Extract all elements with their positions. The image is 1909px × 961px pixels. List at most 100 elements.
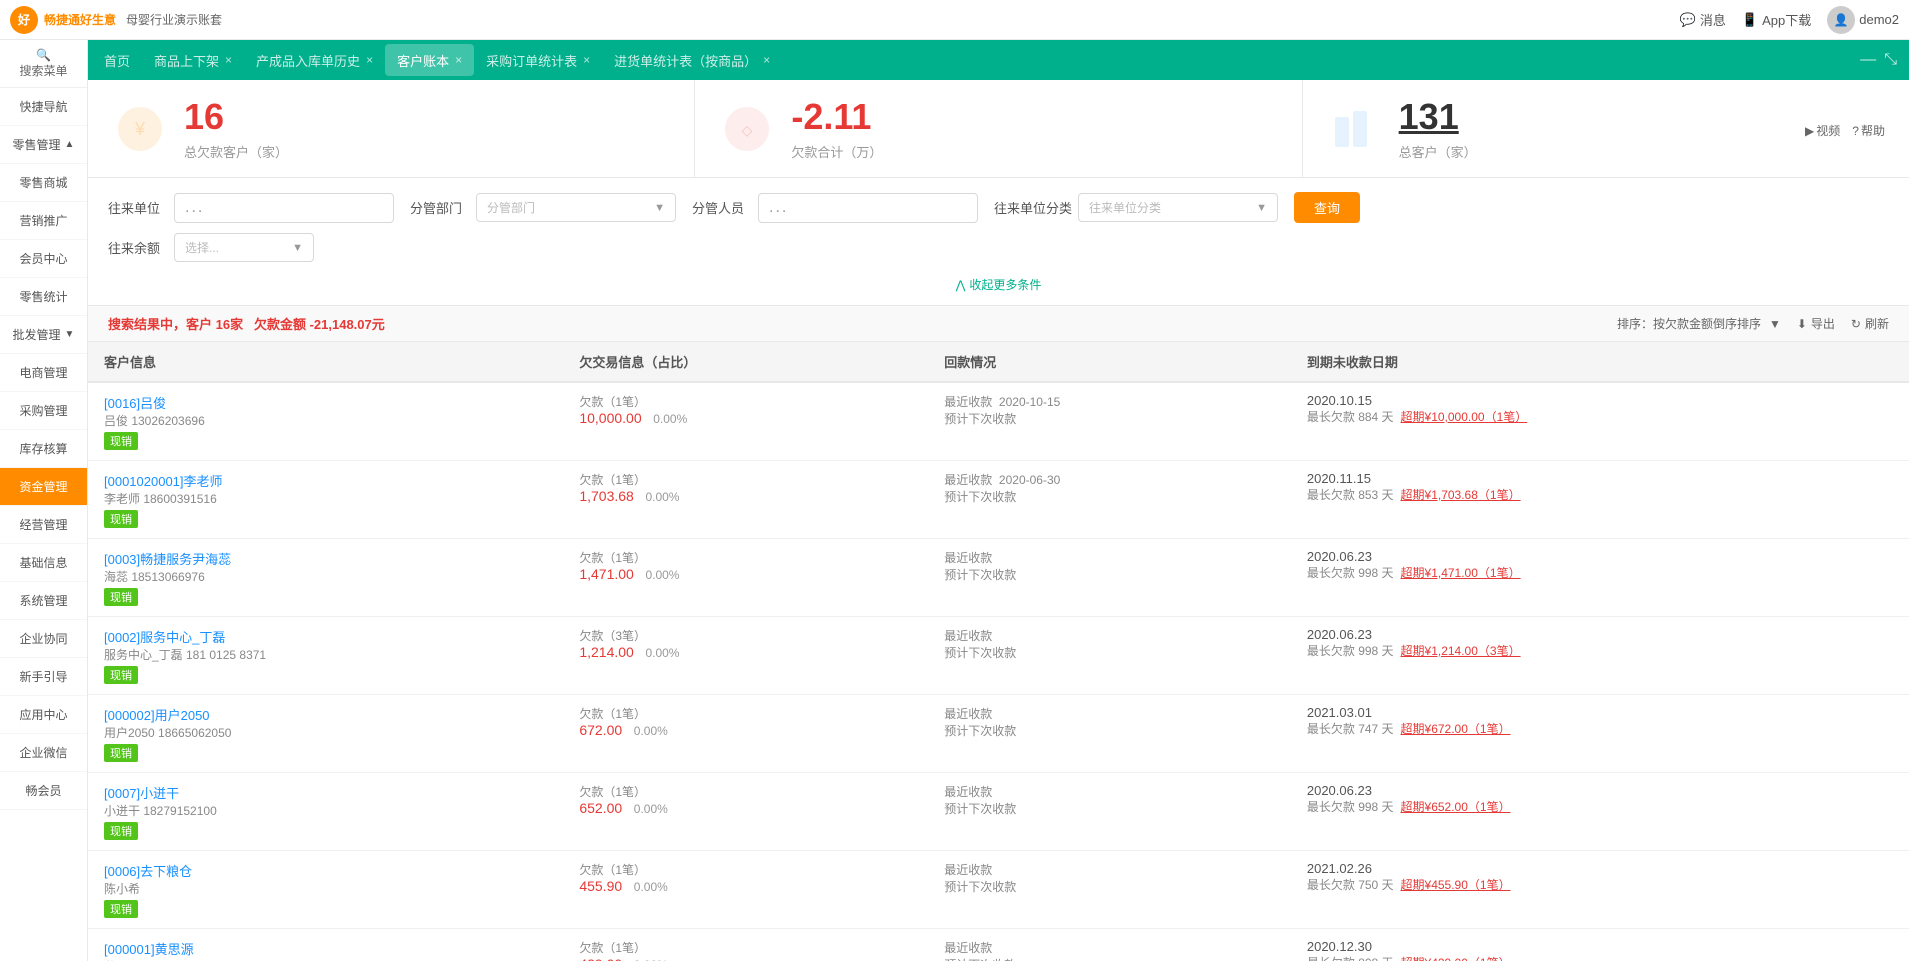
message-btn[interactable]: 💬 消息 xyxy=(1680,10,1726,29)
result-actions: 排序：按欠款金额倒序排序 ▼ ⬇ 导出 ↻ 刷新 xyxy=(1617,315,1889,332)
sidebar-item-app-center[interactable]: 应用中心 xyxy=(0,696,87,734)
customer-name-link-5[interactable]: [0007]小迸干 xyxy=(104,786,179,801)
cell-payment-6: 最近收款 预计下次收款 xyxy=(928,851,1291,929)
sidebar-item-ops[interactable]: 经营管理 xyxy=(0,506,87,544)
debt-desc-6: 欠款（1笔） xyxy=(579,861,912,878)
debt-amount-5[interactable]: 652.00 xyxy=(579,800,622,816)
sidebar-item-ecommerce[interactable]: 电商管理 xyxy=(0,354,87,392)
tab-close-icon-5[interactable]: × xyxy=(763,53,770,67)
result-summary: 搜索结果中，客户 16家 欠款金额 -21,148.07元 xyxy=(108,314,385,333)
sort-select[interactable]: 排序：按欠款金额倒序排序 ▼ xyxy=(1617,315,1781,332)
sidebar-item-pro-member[interactable]: 畅会员 xyxy=(0,772,87,810)
sidebar-item-member-center[interactable]: 会员中心 xyxy=(0,240,87,278)
user-menu[interactable]: 👤 demo2 xyxy=(1827,6,1899,34)
tab-purchase-stats[interactable]: 采购订单统计表 × xyxy=(474,44,602,76)
debt-amount-6[interactable]: 455.90 xyxy=(579,878,622,894)
filter-dept: 分管部门 分管部门 ▼ xyxy=(410,193,676,222)
tabs-minimize-btn[interactable]: — xyxy=(1860,51,1876,69)
video-btn[interactable]: ▶ 视频 xyxy=(1805,122,1840,139)
sidebar-item-quick-nav[interactable]: 快捷导航 xyxy=(0,88,87,126)
cell-customer-1: [0001020001]李老师 李老师 18600391516 现销 xyxy=(88,461,563,539)
customer-name-link-1[interactable]: [0001020001]李老师 xyxy=(104,474,223,489)
debt-amount-3[interactable]: 1,214.00 xyxy=(579,644,634,660)
due-date-4: 2021.03.01 xyxy=(1307,705,1893,720)
tab-close-icon-4[interactable]: × xyxy=(583,53,590,67)
due-date-1: 2020.11.15 xyxy=(1307,471,1893,486)
tab-customer-ledger[interactable]: 客户账本 × xyxy=(385,44,474,76)
sidebar-item-corp-wechat[interactable]: 企业微信 xyxy=(0,734,87,772)
debt-amount-2[interactable]: 1,471.00 xyxy=(579,566,634,582)
cell-debt-6: 欠款（1笔） 455.90 0.00% xyxy=(563,851,928,929)
sidebar-item-retail-mgmt[interactable]: 零售管理 ▲ xyxy=(0,126,87,164)
overdue-link-0[interactable]: 超期¥10,000.00（1笔） xyxy=(1401,410,1528,424)
debt-desc-2: 欠款（1笔） xyxy=(579,549,912,566)
overdue-link-4[interactable]: 超期¥672.00（1笔） xyxy=(1401,722,1511,736)
sidebar-item-sys[interactable]: 系统管理 xyxy=(0,582,87,620)
next-label-0: 预计下次收款 xyxy=(944,410,1275,427)
tabs-expand-btn[interactable]: ⤡ xyxy=(1884,51,1897,69)
sidebar-item-marketing[interactable]: 营销推广 xyxy=(0,202,87,240)
unit-classify-select[interactable]: 往来单位分类 ▼ xyxy=(1078,193,1278,222)
filter-collapse-btn[interactable]: ⋀ 收起更多条件 xyxy=(108,272,1889,297)
overdue-days-6: 最长欠款 750 天 xyxy=(1307,878,1397,892)
tab-close-icon[interactable]: × xyxy=(225,53,232,67)
from-unit-input[interactable]: ... xyxy=(174,193,394,223)
debt-amount-0[interactable]: 10,000.00 xyxy=(579,410,641,426)
overdue-link-3[interactable]: 超期¥1,214.00（3笔） xyxy=(1401,644,1521,658)
overdue-link-1[interactable]: 超期¥1,703.68（1笔） xyxy=(1401,488,1521,502)
due-date-6: 2021.02.26 xyxy=(1307,861,1893,876)
customer-name-link-3[interactable]: [0002]服务中心_丁磊 xyxy=(104,630,225,645)
sidebar-item-corp-collab[interactable]: 企业协同 xyxy=(0,620,87,658)
customer-name-link-4[interactable]: [000002]用户2050 xyxy=(104,708,210,723)
customer-phone-3: 服务中心_丁磊 181 0125 8371 xyxy=(104,646,547,663)
debt-amount-7[interactable]: 429.00 xyxy=(579,956,622,961)
tab-home[interactable]: 首页 xyxy=(92,44,142,76)
sidebar-item-retail-store[interactable]: 零售商城 xyxy=(0,164,87,202)
overdue-days-7: 最长欠款 808 天 xyxy=(1307,956,1397,961)
app-download-btn[interactable]: 📱 App下载 xyxy=(1742,10,1811,29)
debt-amount-1[interactable]: 1,703.68 xyxy=(579,488,634,504)
tab-purchase-product-stats[interactable]: 进货单统计表（按商品） × xyxy=(602,44,782,76)
export-btn[interactable]: ⬇ 导出 xyxy=(1797,315,1835,332)
customer-name-link-7[interactable]: [000001]黄思源 xyxy=(104,942,194,957)
customer-name-link-0[interactable]: [0016]吕俊 xyxy=(104,396,166,411)
overdue-link-2[interactable]: 超期¥1,471.00（1笔） xyxy=(1401,566,1521,580)
tab-close-icon-2[interactable]: × xyxy=(366,53,373,67)
overdue-days-5: 最长欠款 998 天 xyxy=(1307,800,1397,814)
help-btn[interactable]: ? 帮助 xyxy=(1852,122,1885,139)
sidebar-item-basic-info[interactable]: 基础信息 xyxy=(0,544,87,582)
debt-amount-4[interactable]: 672.00 xyxy=(579,722,622,738)
dept-select[interactable]: 分管部门 ▼ xyxy=(476,193,676,222)
overdue-link-7[interactable]: 超期¥429.00（1笔） xyxy=(1401,956,1511,961)
sidebar-item-capital[interactable]: 资金管理 xyxy=(0,468,87,506)
col-header-customer: 客户信息 xyxy=(88,342,563,382)
sidebar-item-newbie[interactable]: 新手引导 xyxy=(0,658,87,696)
tab-production-history[interactable]: 产成品入库单历史 × xyxy=(244,44,385,76)
debt-pct-1: 0.00% xyxy=(645,490,679,504)
tab-product-onoff[interactable]: 商品上下架 × xyxy=(142,44,244,76)
customer-name-link-2[interactable]: [0003]畅捷服务尹海蕊 xyxy=(104,552,231,567)
sidebar-search[interactable]: 🔍 搜索菜单 xyxy=(0,40,87,88)
overdue-link-5[interactable]: 超期¥652.00（1笔） xyxy=(1401,800,1511,814)
cell-debt-4: 欠款（1笔） 672.00 0.00% xyxy=(563,695,928,773)
balance-select[interactable]: 选择... ▼ xyxy=(174,233,314,262)
person-input[interactable]: ... xyxy=(758,193,978,223)
refresh-btn[interactable]: ↻ 刷新 xyxy=(1851,315,1889,332)
debt-pct-3: 0.00% xyxy=(645,646,679,660)
latest-label-5: 最近收款 xyxy=(944,783,1275,800)
sidebar-item-purchase[interactable]: 采购管理 xyxy=(0,392,87,430)
tab-close-icon-3[interactable]: × xyxy=(455,53,462,67)
overdue-link-6[interactable]: 超期¥455.90（1笔） xyxy=(1401,878,1511,892)
balance-value: 选择... xyxy=(185,239,219,256)
sidebar-item-batch-mgmt[interactable]: 批发管理 ▼ xyxy=(0,316,87,354)
company-name[interactable]: 母婴行业演示账套 xyxy=(126,11,222,28)
query-button[interactable]: 查询 xyxy=(1294,192,1360,223)
filter-row-1: 往来单位 ... 分管部门 分管部门 ▼ 分管人员 xyxy=(108,192,1889,223)
customer-name-link-6[interactable]: [0006]去下粮仓 xyxy=(104,864,192,879)
next-label-4: 预计下次收款 xyxy=(944,722,1275,739)
sidebar-item-retail-stats[interactable]: 零售统计 xyxy=(0,278,87,316)
cell-payment-1: 最近收款 2020-06-30 预计下次收款 xyxy=(928,461,1291,539)
sidebar-item-inventory[interactable]: 库存核算 xyxy=(0,430,87,468)
next-label-5: 预计下次收款 xyxy=(944,800,1275,817)
dept-value: 分管部门 xyxy=(487,199,535,216)
